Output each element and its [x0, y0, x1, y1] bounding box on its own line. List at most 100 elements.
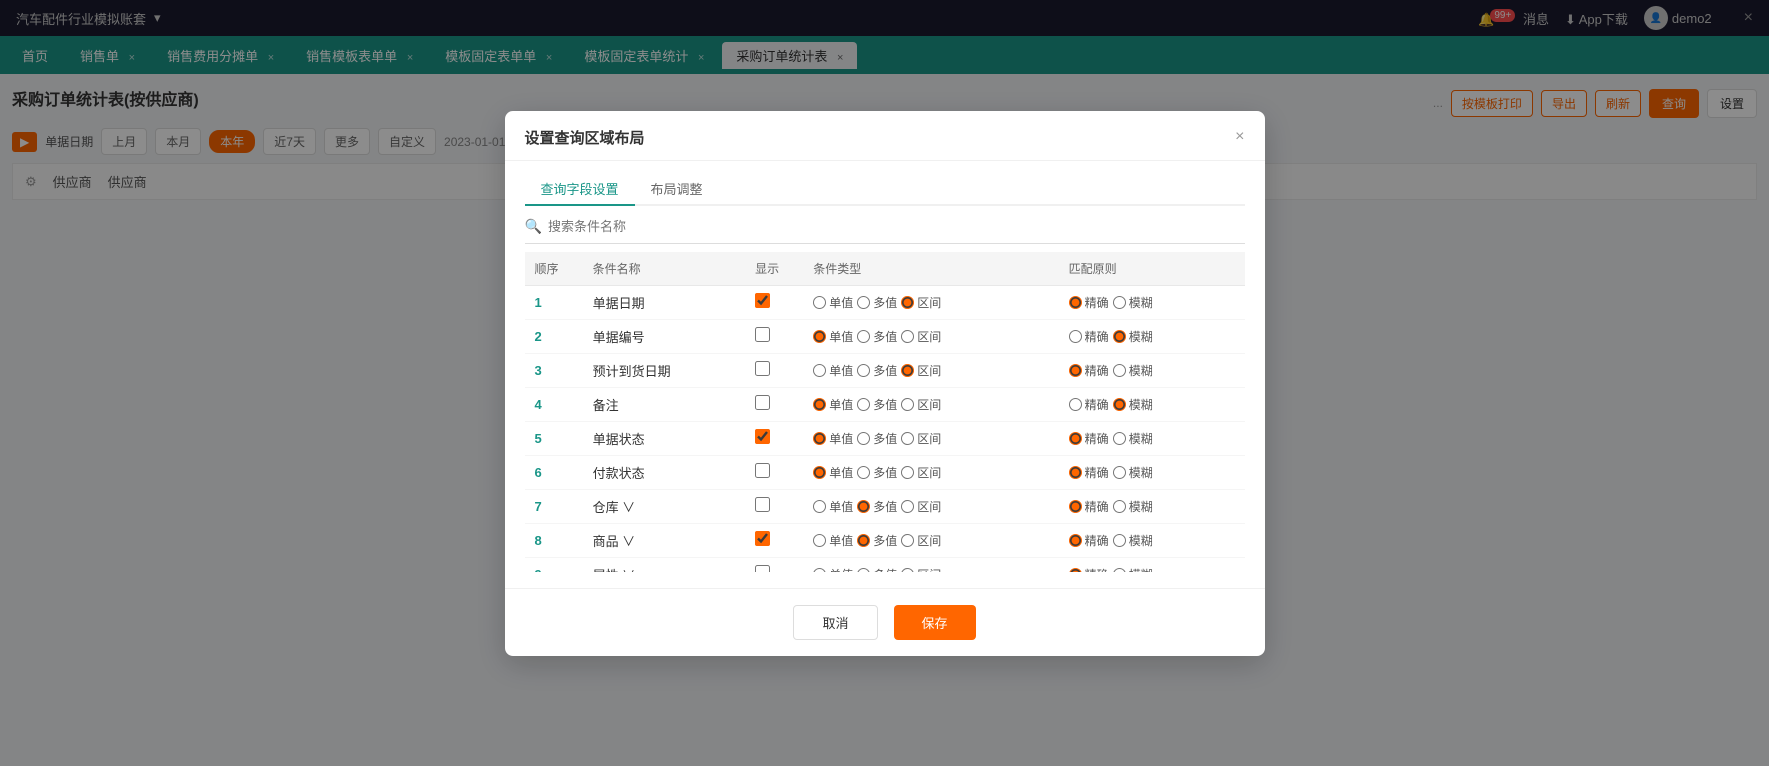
type-label-type_range-8[interactable]: 区间 [901, 566, 941, 572]
type-label-type_range-1[interactable]: 区间 [901, 328, 941, 345]
type-radio-type_single-0[interactable] [813, 296, 826, 309]
match-radio-match_fuzzy-3[interactable] [1113, 398, 1126, 411]
type-radio-type_range-4[interactable] [901, 432, 914, 445]
type-radio-type_range-3[interactable] [901, 398, 914, 411]
type-radio-type_range-2[interactable] [901, 364, 914, 377]
modal-tab-layout[interactable]: 布局调整 [635, 173, 719, 206]
show-checkbox-1[interactable] [755, 327, 770, 342]
match-label-match_exact-3[interactable]: 精确 [1069, 396, 1109, 413]
type-label-type_range-6[interactable]: 区间 [901, 498, 941, 515]
show-checkbox-4[interactable] [755, 429, 770, 444]
type-label-type_multi-0[interactable]: 多值 [857, 294, 897, 311]
type-label-type_multi-5[interactable]: 多值 [857, 464, 897, 481]
type-radio-type_multi-5[interactable] [857, 466, 870, 479]
type-radio-type_range-1[interactable] [901, 330, 914, 343]
type-radio-type_range-7[interactable] [901, 534, 914, 547]
show-checkbox-3[interactable] [755, 395, 770, 410]
type-label-type_single-5[interactable]: 单值 [813, 464, 853, 481]
type-radio-type_multi-6[interactable] [857, 500, 870, 513]
match-label-match_exact-5[interactable]: 精确 [1069, 464, 1109, 481]
match-radio-match_exact-6[interactable] [1069, 500, 1082, 513]
type-label-type_multi-7[interactable]: 多值 [857, 532, 897, 549]
type-radio-type_single-2[interactable] [813, 364, 826, 377]
type-label-type_range-7[interactable]: 区间 [901, 532, 941, 549]
type-radio-type_range-6[interactable] [901, 500, 914, 513]
match-label-match_exact-4[interactable]: 精确 [1069, 430, 1109, 447]
match-label-match_fuzzy-6[interactable]: 模糊 [1113, 498, 1153, 515]
match-label-match_exact-6[interactable]: 精确 [1069, 498, 1109, 515]
match-radio-match_exact-3[interactable] [1069, 398, 1082, 411]
show-checkbox-2[interactable] [755, 361, 770, 376]
match-label-match_fuzzy-5[interactable]: 模糊 [1113, 464, 1153, 481]
match-label-match_exact-7[interactable]: 精确 [1069, 532, 1109, 549]
type-radio-type_range-8[interactable] [901, 568, 914, 572]
type-label-type_single-7[interactable]: 单值 [813, 532, 853, 549]
type-radio-type_multi-0[interactable] [857, 296, 870, 309]
type-label-type_range-0[interactable]: 区间 [901, 294, 941, 311]
save-btn[interactable]: 保存 [894, 605, 976, 640]
match-radio-match_fuzzy-8[interactable] [1113, 568, 1126, 572]
match-label-match_fuzzy-3[interactable]: 模糊 [1113, 396, 1153, 413]
match-radio-match_exact-8[interactable] [1069, 568, 1082, 572]
match-radio-match_exact-4[interactable] [1069, 432, 1082, 445]
type-label-type_multi-3[interactable]: 多值 [857, 396, 897, 413]
type-radio-type_single-7[interactable] [813, 534, 826, 547]
type-label-type_single-6[interactable]: 单值 [813, 498, 853, 515]
type-label-type_multi-1[interactable]: 多值 [857, 328, 897, 345]
match-label-match_exact-1[interactable]: 精确 [1069, 328, 1109, 345]
type-radio-type_single-1[interactable] [813, 330, 826, 343]
match-radio-match_exact-5[interactable] [1069, 466, 1082, 479]
type-label-type_multi-4[interactable]: 多值 [857, 430, 897, 447]
match-label-match_fuzzy-7[interactable]: 模糊 [1113, 532, 1153, 549]
match-label-match_fuzzy-8[interactable]: 模糊 [1113, 566, 1153, 572]
match-radio-match_fuzzy-0[interactable] [1113, 296, 1126, 309]
type-label-type_single-3[interactable]: 单值 [813, 396, 853, 413]
modal-overlay[interactable]: 设置查询区域布局 × 查询字段设置 布局调整 🔍 [0, 0, 1769, 766]
type-radio-type_single-6[interactable] [813, 500, 826, 513]
show-checkbox-8[interactable] [755, 565, 770, 572]
show-checkbox-7[interactable] [755, 531, 770, 546]
type-label-type_range-2[interactable]: 区间 [901, 362, 941, 379]
type-radio-type_multi-7[interactable] [857, 534, 870, 547]
match-label-match_fuzzy-4[interactable]: 模糊 [1113, 430, 1153, 447]
match-label-match_exact-0[interactable]: 精确 [1069, 294, 1109, 311]
match-radio-match_fuzzy-4[interactable] [1113, 432, 1126, 445]
type-radio-type_range-5[interactable] [901, 466, 914, 479]
type-label-type_multi-6[interactable]: 多值 [857, 498, 897, 515]
type-radio-type_single-8[interactable] [813, 568, 826, 572]
type-label-type_multi-2[interactable]: 多值 [857, 362, 897, 379]
show-checkbox-5[interactable] [755, 463, 770, 478]
match-label-match_exact-2[interactable]: 精确 [1069, 362, 1109, 379]
type-label-type_multi-8[interactable]: 多值 [857, 566, 897, 572]
type-radio-type_range-0[interactable] [901, 296, 914, 309]
search-input[interactable] [542, 219, 1245, 234]
match-radio-match_exact-1[interactable] [1069, 330, 1082, 343]
match-radio-match_fuzzy-1[interactable] [1113, 330, 1126, 343]
match-radio-match_exact-0[interactable] [1069, 296, 1082, 309]
type-radio-type_multi-8[interactable] [857, 568, 870, 572]
show-checkbox-0[interactable] [755, 293, 770, 308]
type-radio-type_multi-2[interactable] [857, 364, 870, 377]
modal-tab-query-fields[interactable]: 查询字段设置 [525, 173, 635, 206]
type-label-type_single-0[interactable]: 单值 [813, 294, 853, 311]
match-radio-match_fuzzy-6[interactable] [1113, 500, 1126, 513]
type-label-type_single-2[interactable]: 单值 [813, 362, 853, 379]
type-radio-type_single-5[interactable] [813, 466, 826, 479]
type-label-type_single-1[interactable]: 单值 [813, 328, 853, 345]
type-radio-type_multi-1[interactable] [857, 330, 870, 343]
type-label-type_range-5[interactable]: 区间 [901, 464, 941, 481]
type-label-type_range-3[interactable]: 区间 [901, 396, 941, 413]
type-radio-type_single-3[interactable] [813, 398, 826, 411]
match-radio-match_exact-7[interactable] [1069, 534, 1082, 547]
cancel-btn[interactable]: 取消 [793, 605, 877, 640]
type-label-type_single-8[interactable]: 单值 [813, 566, 853, 572]
match-radio-match_exact-2[interactable] [1069, 364, 1082, 377]
type-label-type_single-4[interactable]: 单值 [813, 430, 853, 447]
match-label-match_fuzzy-2[interactable]: 模糊 [1113, 362, 1153, 379]
modal-close-btn[interactable]: × [1235, 128, 1244, 146]
match-radio-match_fuzzy-2[interactable] [1113, 364, 1126, 377]
show-checkbox-6[interactable] [755, 497, 770, 512]
type-label-type_range-4[interactable]: 区间 [901, 430, 941, 447]
match-label-match_exact-8[interactable]: 精确 [1069, 566, 1109, 572]
match-label-match_fuzzy-0[interactable]: 模糊 [1113, 294, 1153, 311]
